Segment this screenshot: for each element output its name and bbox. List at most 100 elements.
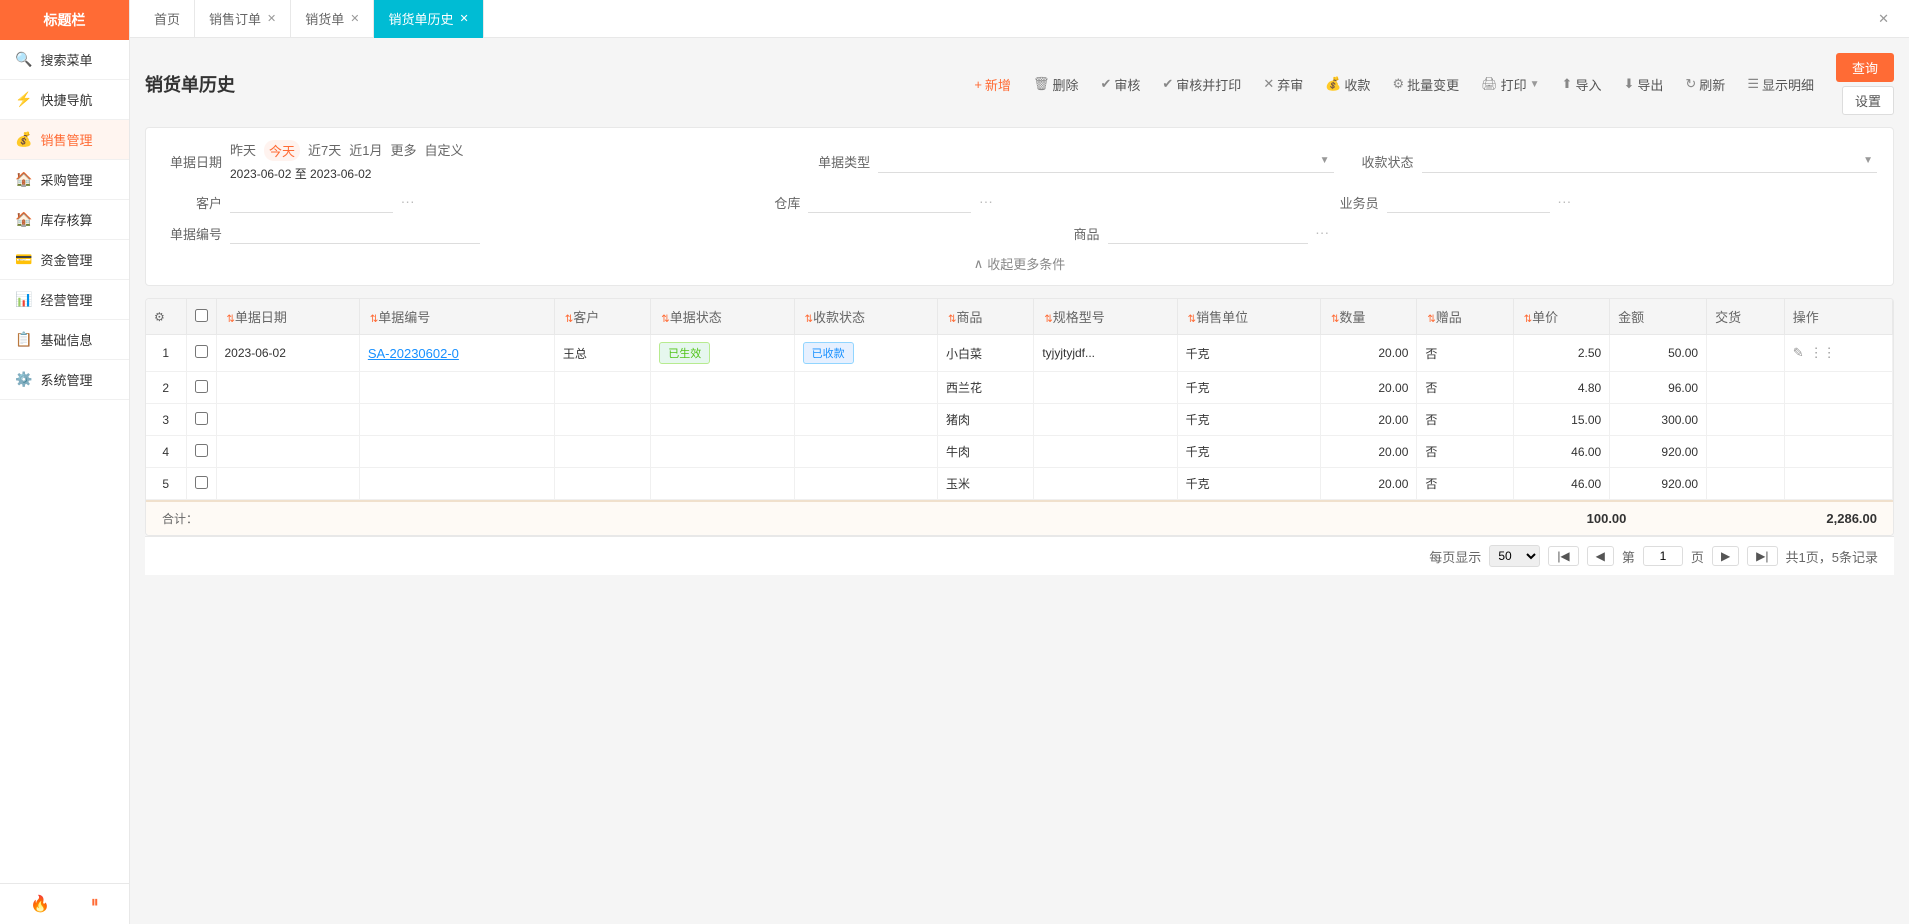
tab-home[interactable]: 首页	[140, 0, 195, 38]
fire-icon[interactable]: 🔥	[30, 894, 50, 914]
row-date-4	[216, 468, 359, 500]
add-button[interactable]: + 新增	[966, 71, 1019, 98]
total-qty: 100.00	[1587, 511, 1627, 526]
per-page-select[interactable]: 50 100 200	[1489, 545, 1540, 567]
close-all-tabs[interactable]: ✕	[1868, 11, 1899, 27]
shortcut-7days[interactable]: 近7天	[308, 140, 341, 161]
row-checkbox-4[interactable]	[195, 476, 208, 489]
row-gift-4: 否	[1417, 468, 1513, 500]
refresh-icon: ↻	[1685, 76, 1696, 92]
warehouse-input[interactable]	[808, 192, 971, 213]
salesman-dots[interactable]: ···	[1557, 193, 1571, 209]
close-tab-sales-history[interactable]: ✕	[460, 12, 469, 25]
row-checkbox-3[interactable]	[195, 444, 208, 457]
sidebar-header: 标题栏	[0, 0, 129, 40]
review-print-button[interactable]: ✔ 审核并打印	[1154, 71, 1249, 98]
add-btn-label: 新增	[985, 75, 1011, 94]
row-checkbox-1[interactable]	[195, 380, 208, 393]
refresh-button[interactable]: ↻ 刷新	[1677, 71, 1733, 98]
first-page-btn[interactable]: |◀	[1548, 546, 1578, 566]
qty-th[interactable]: ⇅数量	[1321, 299, 1417, 335]
more-icon-0[interactable]: ⋮⋮	[1810, 345, 1836, 361]
print-dropdown-arrow[interactable]: ▼	[1530, 79, 1540, 90]
page-unit: 页	[1691, 547, 1704, 566]
collapse-button[interactable]: ∧ 收起更多条件	[162, 254, 1877, 273]
query-button[interactable]: 查询	[1836, 53, 1894, 82]
setting-button[interactable]: 设置	[1842, 86, 1894, 115]
close-tab-sales-bill[interactable]: ✕	[350, 12, 359, 25]
row-spec-2	[1034, 404, 1177, 436]
gear-th[interactable]: ⚙	[146, 299, 186, 335]
docno-input[interactable]	[230, 223, 480, 244]
row-check-1	[186, 372, 216, 404]
goods-input[interactable]	[1108, 223, 1308, 244]
customer-dots[interactable]: ···	[401, 193, 415, 209]
last-page-btn[interactable]: ▶|	[1747, 546, 1777, 566]
price-th[interactable]: ⇅单价	[1513, 299, 1609, 335]
doc-no-link-0[interactable]: SA-20230602-0	[368, 346, 459, 361]
edit-icon-0[interactable]: ✎	[1793, 345, 1804, 361]
sidebar-item-search[interactable]: 🔍 搜索菜单	[0, 40, 129, 80]
sidebar-item-quicknav[interactable]: ⚡ 快捷导航	[0, 80, 129, 120]
shortcut-1month[interactable]: 近1月	[349, 140, 382, 161]
row-date-3	[216, 436, 359, 468]
sidebar-item-finance[interactable]: 💳 资金管理	[0, 240, 129, 280]
pay-status-select[interactable]: ▼	[1422, 149, 1877, 173]
goods-th[interactable]: ⇅商品	[937, 299, 1033, 335]
doc-date-th[interactable]: ⇅单据日期	[216, 299, 359, 335]
salesman-input[interactable]	[1387, 192, 1550, 213]
shortcut-custom[interactable]: 自定义	[425, 140, 464, 161]
pay-status-th[interactable]: ⇅收款状态	[794, 299, 937, 335]
sort-icon: ⇅	[661, 314, 669, 325]
date-range-value[interactable]: 2023-06-02 至 2023-06-02	[230, 165, 464, 182]
tab-sales-order[interactable]: 销售订单 ✕	[195, 0, 291, 38]
tab-sales-bill-label: 销货单	[305, 9, 344, 28]
spec-th[interactable]: ⇅规格型号	[1034, 299, 1177, 335]
doc-status-th[interactable]: ⇅单据状态	[651, 299, 794, 335]
unit-th[interactable]: ⇅销售单位	[1177, 299, 1320, 335]
doc-no-th[interactable]: ⇅单据编号	[359, 299, 554, 335]
doc-type-select[interactable]: ▼	[878, 149, 1333, 173]
print-button[interactable]: 🖨 打印 ▼	[1473, 71, 1547, 98]
customer-input[interactable]	[230, 192, 393, 213]
goods-dots[interactable]: ···	[1315, 224, 1329, 240]
sidebar-item-purchase[interactable]: 🏠 采购管理	[0, 160, 129, 200]
sidebar-item-basic-info[interactable]: 📋 基础信息	[0, 320, 129, 360]
customer-filter: 客户 ···	[162, 192, 720, 213]
batch-button[interactable]: ⚙ 批量变更	[1384, 71, 1467, 98]
delete-button[interactable]: 🗑 删除	[1025, 71, 1087, 98]
row-action-0: ✎ ⋮⋮	[1784, 335, 1892, 372]
next-page-btn[interactable]: ▶	[1712, 546, 1739, 566]
row-unit-0: 千克	[1177, 335, 1320, 372]
page-input[interactable]	[1643, 546, 1683, 566]
page-header: 销货单历史 + 新增 🗑 删除 ✔ 审核 ✔ 审核并打印	[145, 53, 1894, 115]
row-spec-0: tyjyjtyjdf...	[1034, 335, 1177, 372]
close-tab-sales-order[interactable]: ✕	[267, 12, 276, 25]
shortcut-today[interactable]: 今天	[264, 140, 300, 161]
select-all-checkbox[interactable]	[195, 309, 208, 322]
row-checkbox-0[interactable]	[195, 345, 208, 358]
gift-th[interactable]: ⇅赠品	[1417, 299, 1513, 335]
row-checkbox-2[interactable]	[195, 412, 208, 425]
warehouse-dots[interactable]: ···	[979, 193, 993, 209]
refresh-btn-label: 刷新	[1699, 75, 1725, 94]
tab-sales-bill[interactable]: 销货单 ✕	[291, 0, 374, 38]
review-button[interactable]: ✔ 审核	[1092, 71, 1148, 98]
shortcut-more[interactable]: 更多	[391, 140, 417, 161]
row-goods-4: 玉米	[937, 468, 1033, 500]
tab-sales-order-label: 销售订单	[209, 9, 261, 28]
pause-icon[interactable]: ⏸	[91, 894, 99, 914]
sidebar-item-system[interactable]: ⚙️ 系统管理	[0, 360, 129, 400]
import-button[interactable]: ⬆ 导入	[1554, 71, 1610, 98]
collect-button[interactable]: 💰 收款	[1317, 71, 1378, 98]
export-button[interactable]: ⬇ 导出	[1615, 71, 1671, 98]
prev-page-btn[interactable]: ◀	[1587, 546, 1614, 566]
show-detail-button[interactable]: ☰ 显示明细	[1739, 71, 1822, 98]
abandon-button[interactable]: ✕ 弃审	[1255, 71, 1311, 98]
tab-sales-history[interactable]: 销货单历史 ✕	[374, 0, 483, 38]
shortcut-yesterday[interactable]: 昨天	[230, 140, 256, 161]
sidebar-item-operations[interactable]: 📊 经营管理	[0, 280, 129, 320]
sidebar-item-inventory[interactable]: 🏠 库存核算	[0, 200, 129, 240]
sidebar-item-sales[interactable]: 💰 销售管理	[0, 120, 129, 160]
customer-th[interactable]: ⇅客户	[554, 299, 650, 335]
